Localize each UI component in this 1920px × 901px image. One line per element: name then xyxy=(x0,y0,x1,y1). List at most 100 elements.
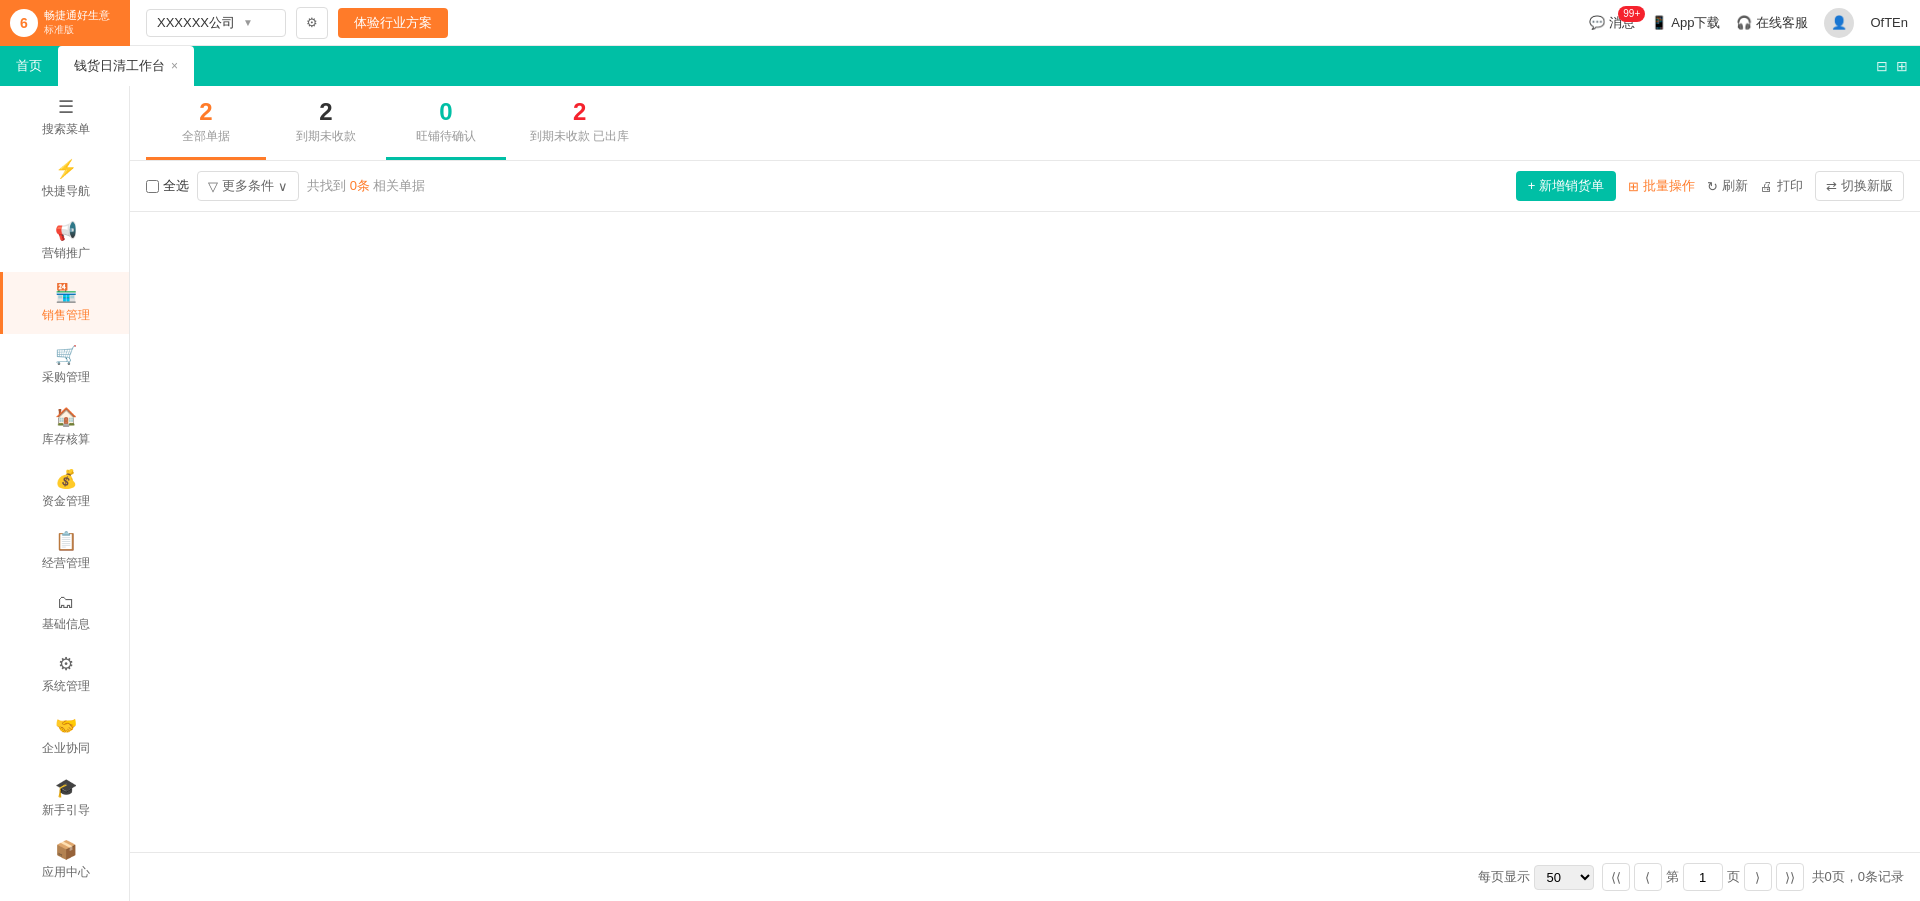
logo-text-group: 畅捷通好生意 标准版 xyxy=(44,8,110,36)
page-number-input[interactable] xyxy=(1683,863,1723,891)
batch-operation-button[interactable]: ⊞ 批量操作 xyxy=(1628,177,1695,195)
sidebar-item-base[interactable]: 🗂 基础信息 xyxy=(0,582,129,643)
industry-btn[interactable]: 体验行业方案 xyxy=(338,8,448,38)
sidebar-newguide-label: 新手引导 xyxy=(42,802,90,819)
sidebar-quicknav-label: 快捷导航 xyxy=(42,183,90,200)
print-button[interactable]: 🖨 打印 xyxy=(1760,177,1803,195)
tab-home-label: 首页 xyxy=(16,57,42,75)
company-selector[interactable]: XXXXXX公司 ▼ xyxy=(146,9,286,37)
message-icon: 💬 xyxy=(1589,15,1605,30)
sidebar-item-quicknav[interactable]: ⚡ 快捷导航 xyxy=(0,148,129,210)
found-text: 共找到 0条 相关单据 xyxy=(307,177,425,195)
logo-name: 畅捷通好生意 xyxy=(44,8,110,22)
sidebar-purchase-label: 采购管理 xyxy=(42,369,90,386)
sidebar-enterprise-label: 企业协同 xyxy=(42,740,90,757)
toolbar: 全选 ▽ 更多条件 ∨ 共找到 0条 相关单据 + 新增销货单 ⊞ 批量操作 xyxy=(130,161,1920,212)
logo-sub: 标准版 xyxy=(44,23,110,37)
sidebar-item-system[interactable]: ⚙ 系统管理 xyxy=(0,643,129,705)
tab-qianhuo-label: 钱货日清工作台 xyxy=(74,57,165,75)
stats-tab-wangpu[interactable]: 0 旺铺待确认 xyxy=(386,86,506,160)
stats-wangpu-label: 旺铺待确认 xyxy=(416,128,476,145)
found-suffix: 相关单据 xyxy=(373,178,425,193)
avatar[interactable]: 👤 xyxy=(1824,8,1854,38)
toolbar-right: + 新增销货单 ⊞ 批量操作 ↻ 刷新 🖨 打印 ⇄ xyxy=(1516,171,1904,201)
tab-minimize-icon[interactable]: ⊟ xyxy=(1876,58,1888,74)
sidebar-item-marketing[interactable]: 📢 营销推广 xyxy=(0,210,129,272)
purchase-icon: 🛒 xyxy=(55,344,77,366)
message-badge: 99+ xyxy=(1618,6,1645,22)
page-suffix: 页 xyxy=(1727,868,1740,886)
content-area: 2 全部单据 2 到期未收款 0 旺铺待确认 2 到期未收款 已出库 xyxy=(130,86,1920,901)
page-label: 第 xyxy=(1666,868,1679,886)
prev-page-button[interactable]: ⟨ xyxy=(1634,863,1662,891)
print-icon: 🖨 xyxy=(1760,179,1773,194)
sales-icon: 🏪 xyxy=(55,282,77,304)
refresh-icon: ↻ xyxy=(1707,179,1718,194)
sidebar-item-wechat[interactable]: 💬 企业微信 xyxy=(0,891,129,901)
new-sale-order-button[interactable]: + 新增销货单 xyxy=(1516,171,1616,201)
newguide-icon: 🎓 xyxy=(55,777,77,799)
first-page-button[interactable]: ⟨⟨ xyxy=(1602,863,1630,891)
sidebar-item-sales[interactable]: 🏪 销售管理 xyxy=(0,272,129,334)
tab-close-icon[interactable]: × xyxy=(171,59,178,73)
print-label: 打印 xyxy=(1777,177,1803,195)
sidebar-item-operations[interactable]: 📋 经营管理 xyxy=(0,520,129,582)
top-header: 6 畅捷通好生意 标准版 XXXXXX公司 ▼ ⚙ 体验行业方案 💬 消息 99… xyxy=(0,0,1920,46)
tab-home[interactable]: 首页 xyxy=(0,46,58,86)
sidebar-item-enterprise[interactable]: 🤝 企业协同 xyxy=(0,705,129,767)
online-service-action[interactable]: 🎧 在线客服 xyxy=(1736,14,1808,32)
batch-label: 批量操作 xyxy=(1643,177,1695,195)
next-page-button[interactable]: ⟩ xyxy=(1744,863,1772,891)
company-name: XXXXXX公司 xyxy=(157,14,235,32)
select-all-input[interactable] xyxy=(146,180,159,193)
stats-tab-overdue-out[interactable]: 2 到期未收款 已出库 xyxy=(506,86,653,160)
sidebar-item-finance[interactable]: 💰 资金管理 xyxy=(0,458,129,520)
main-content: ☰ 搜索菜单 ⚡ 快捷导航 📢 营销推广 🏪 销售管理 🛒 采购管理 🏠 库存核… xyxy=(0,86,1920,901)
stats-tab-overdue[interactable]: 2 到期未收款 xyxy=(266,86,386,160)
sidebar-inventory-label: 库存核算 xyxy=(42,431,90,448)
page-nav: ⟨⟨ ⟨ 第 页 ⟩ ⟩⟩ xyxy=(1602,863,1804,891)
sidebar-item-newguide[interactable]: 🎓 新手引导 xyxy=(0,767,129,829)
quicknav-icon: ⚡ xyxy=(55,158,77,180)
select-all-checkbox[interactable]: 全选 xyxy=(146,177,189,195)
base-icon: 🗂 xyxy=(57,592,75,613)
sidebar: ☰ 搜索菜单 ⚡ 快捷导航 📢 营销推广 🏪 销售管理 🛒 采购管理 🏠 库存核… xyxy=(0,86,130,901)
online-service-label: 在线客服 xyxy=(1756,14,1808,32)
app-download-action[interactable]: 📱 App下载 xyxy=(1651,14,1720,32)
marketing-icon: 📢 xyxy=(55,220,77,242)
sidebar-appcenter-label: 应用中心 xyxy=(42,864,90,881)
inventory-icon: 🏠 xyxy=(55,406,77,428)
pagination: 每页显示 50 100 200 ⟨⟨ ⟨ 第 页 ⟩ ⟩⟩ 共0页，0条 xyxy=(130,852,1920,901)
refresh-button[interactable]: ↻ 刷新 xyxy=(1707,177,1748,195)
logo-icon: 6 xyxy=(10,9,38,37)
settings-button[interactable]: ⚙ xyxy=(296,7,328,39)
batch-icon: ⊞ xyxy=(1628,179,1639,194)
refresh-label: 刷新 xyxy=(1722,177,1748,195)
stats-tab-all[interactable]: 2 全部单据 xyxy=(146,86,266,160)
stats-wangpu-number: 0 xyxy=(439,98,452,126)
sidebar-item-inventory[interactable]: 🏠 库存核算 xyxy=(0,396,129,458)
system-icon: ⚙ xyxy=(58,653,74,675)
avatar-icon: 👤 xyxy=(1831,15,1847,30)
filter-icon: ▽ xyxy=(208,179,218,194)
tab-maximize-icon[interactable]: ⊞ xyxy=(1896,58,1908,74)
sidebar-finance-label: 资金管理 xyxy=(42,493,90,510)
page-total: 共0页，0条记录 xyxy=(1812,868,1904,886)
sidebar-item-appcenter[interactable]: 📦 应用中心 xyxy=(0,829,129,891)
enterprise-icon: 🤝 xyxy=(55,715,77,737)
last-page-button[interactable]: ⟩⟩ xyxy=(1776,863,1804,891)
stats-all-label: 全部单据 xyxy=(182,128,230,145)
switch-new-version-button[interactable]: ⇄ 切换新版 xyxy=(1815,171,1904,201)
tab-qianhuo[interactable]: 钱货日清工作台 × xyxy=(58,46,194,86)
stats-overdue-out-label: 到期未收款 已出库 xyxy=(530,128,629,145)
filter-arrow-icon: ∨ xyxy=(278,179,288,194)
message-action[interactable]: 💬 消息 99+ xyxy=(1589,14,1635,32)
sidebar-base-label: 基础信息 xyxy=(42,616,90,633)
operations-icon: 📋 xyxy=(55,530,77,552)
sidebar-item-search[interactable]: ☰ 搜索菜单 xyxy=(0,86,129,148)
download-icon: 📱 xyxy=(1651,15,1667,30)
sidebar-item-purchase[interactable]: 🛒 采购管理 xyxy=(0,334,129,396)
more-filter-button[interactable]: ▽ 更多条件 ∨ xyxy=(197,171,299,201)
stats-tabs: 2 全部单据 2 到期未收款 0 旺铺待确认 2 到期未收款 已出库 xyxy=(130,86,1920,161)
per-page-dropdown[interactable]: 50 100 200 xyxy=(1534,865,1594,890)
